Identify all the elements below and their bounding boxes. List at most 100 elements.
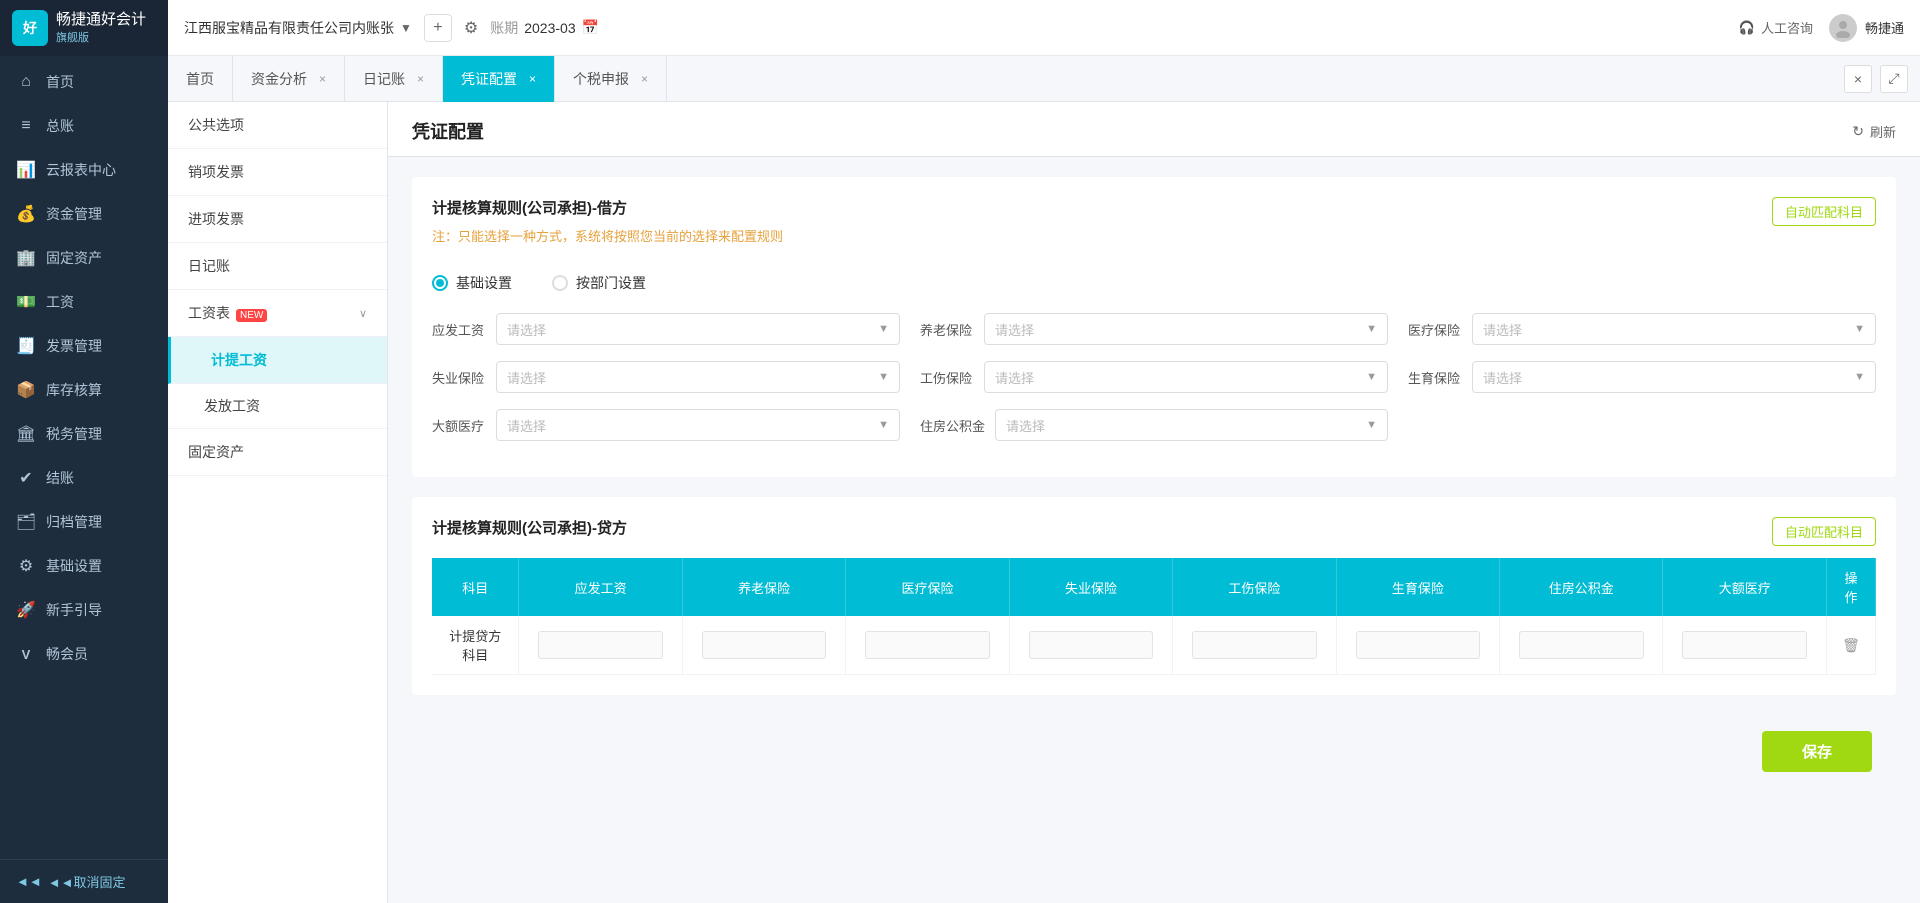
td-shengyu [1336, 616, 1499, 675]
company-selector[interactable]: 江西服宝精品有限责任公司内账张 ▼ [184, 18, 412, 38]
sidebar-item-salary[interactable]: 💵 工资 [0, 280, 168, 324]
form-row-daeyiliao: 大额医疗 请选择 ▼ [432, 409, 900, 441]
input-shengyu[interactable] [1356, 631, 1481, 659]
shiye-select[interactable]: 请选择 ▼ [496, 361, 900, 393]
form-row-yiliao: 医疗保险 请选择 ▼ [1408, 313, 1876, 345]
gongjijin-select[interactable]: 请选择 ▼ [995, 409, 1388, 441]
form-row-yingfa: 应发工资 请选择 ▼ [432, 313, 900, 345]
tab-home[interactable]: 首页 [168, 56, 233, 102]
period-value[interactable]: 2023-03 [524, 20, 575, 36]
sidebar-item-archive[interactable]: 🗂 归档管理 [0, 500, 168, 544]
td-daeyiliao [1663, 616, 1826, 675]
gongshang-label: 工伤保险 [920, 368, 974, 387]
shengyu-label: 生育保险 [1408, 368, 1462, 387]
tab-journal-close[interactable]: × [417, 72, 424, 86]
delete-icon[interactable]: 🗑 [1842, 637, 1860, 653]
tabs-actions: × ⤢ [1844, 65, 1920, 93]
shengyu-select[interactable]: 请选择 ▼ [1472, 361, 1876, 393]
tab-tax-report-close[interactable]: × [641, 72, 648, 86]
sidebar-footer-toggle[interactable]: ◄◄ ◄◄取消固定 [0, 859, 168, 903]
company-dropdown-icon[interactable]: ▼ [400, 21, 412, 35]
tab-capital-analysis[interactable]: 资金分析 × [233, 56, 345, 102]
sidebar-item-assets[interactable]: 🏢 固定资产 [0, 236, 168, 280]
debit-auto-match-button[interactable]: 自动匹配科目 [1772, 197, 1876, 226]
left-panel-item-purchase-invoice[interactable]: 进项发票 [168, 196, 387, 243]
logo-subtext: 旗舰版 [56, 29, 146, 45]
left-panel-item-salary-accrual[interactable]: 计提工资 [168, 337, 387, 384]
sidebar-item-ledger[interactable]: ≡ 总账 [0, 104, 168, 148]
credit-auto-match-button[interactable]: 自动匹配科目 [1772, 517, 1876, 546]
form-row-gongshang: 工伤保险 请选择 ▼ [920, 361, 1388, 393]
input-gongshang[interactable] [1192, 631, 1317, 659]
tab-voucher-config-close[interactable]: × [529, 72, 536, 86]
expand-tab-action[interactable]: ⤢ [1880, 65, 1908, 93]
add-account-button[interactable]: + [424, 14, 452, 42]
calendar-icon[interactable]: 📅 [582, 19, 599, 36]
save-button[interactable]: 保存 [1762, 731, 1872, 772]
left-panel-item-public[interactable]: 公共选项 [168, 102, 387, 149]
input-shiye[interactable] [1029, 631, 1154, 659]
sidebar-item-report[interactable]: 📊 云报表中心 [0, 148, 168, 192]
topbar-right: 🎧 人工咨询 畅捷通 [1739, 14, 1904, 42]
topbar-settings-icon[interactable]: ⚙ [464, 18, 478, 38]
credit-section: 计提核算规则(公司承担)-贷方 自动匹配科目 科目 应发工资 养老保险 医疗保险… [412, 497, 1896, 695]
unpin-icon: ◄◄ [16, 874, 42, 889]
tab-tax-report[interactable]: 个税申报 × [555, 56, 667, 102]
gongjijin-label: 住房公积金 [920, 416, 985, 435]
tab-voucher-config[interactable]: 凭证配置 × [443, 56, 555, 102]
user-menu[interactable]: 畅捷通 [1829, 14, 1904, 42]
page-title: 凭证配置 [412, 118, 484, 144]
input-yanglao[interactable] [702, 631, 827, 659]
gongjijin-arrow: ▼ [1366, 419, 1377, 431]
tab-journal[interactable]: 日记账 × [345, 56, 443, 102]
credit-section-title: 计提核算规则(公司承担)-贷方 [432, 517, 627, 538]
yingfa-arrow: ▼ [878, 323, 889, 335]
yanglao-select[interactable]: 请选择 ▼ [984, 313, 1388, 345]
radio-dept[interactable]: 按部门设置 [552, 273, 646, 293]
report-icon: 📊 [16, 160, 36, 180]
left-panel-item-journal[interactable]: 日记账 [168, 243, 387, 290]
left-panel-item-salary-table[interactable]: 工资表NEW ∨ [168, 290, 387, 337]
sidebar-item-guide[interactable]: 🚀 新手引导 [0, 588, 168, 632]
left-panel-item-salary-payment[interactable]: 发放工资 [168, 384, 387, 429]
sidebar-item-capital[interactable]: 💰 资金管理 [0, 192, 168, 236]
input-daeyiliao[interactable] [1682, 631, 1807, 659]
daeyiliao-arrow: ▼ [878, 419, 889, 431]
salary-icon: 💵 [16, 292, 36, 312]
yiliao-label: 医疗保险 [1408, 320, 1462, 339]
refresh-button[interactable]: ↻ 刷新 [1852, 122, 1896, 141]
yanglao-arrow: ▼ [1366, 323, 1377, 335]
tab-home-label: 首页 [186, 69, 214, 89]
sidebar-item-invoice[interactable]: 🧾 发票管理 [0, 324, 168, 368]
sidebar-item-tax[interactable]: 🏛 税务管理 [0, 412, 168, 456]
sidebar-item-close[interactable]: ✔ 结账 [0, 456, 168, 500]
input-yiliao[interactable] [865, 631, 990, 659]
yiliao-select[interactable]: 请选择 ▼ [1472, 313, 1876, 345]
left-panel-item-fixed-assets[interactable]: 固定资产 [168, 429, 387, 476]
sidebar-item-inventory[interactable]: 📦 库存核算 [0, 368, 168, 412]
tab-capital-analysis-close[interactable]: × [319, 72, 326, 86]
sidebar-item-settings[interactable]: ⚙ 基础设置 [0, 544, 168, 588]
close-tab-action[interactable]: × [1844, 65, 1872, 93]
debit-section-title: 计提核算规则(公司承担)-借方 [432, 197, 783, 218]
service-button[interactable]: 🎧 人工咨询 [1739, 18, 1813, 37]
th-gongjijin: 住房公积金 [1500, 558, 1663, 616]
sidebar-item-label: 归档管理 [46, 512, 102, 532]
expand-icon: ∨ [359, 307, 367, 320]
sidebar-item-home[interactable]: ⌂ 首页 [0, 60, 168, 104]
main-area: 江西服宝精品有限责任公司内账张 ▼ + ⚙ 账期 2023-03 📅 🎧 人工咨… [168, 0, 1920, 903]
sidebar-item-member[interactable]: V 畅会员 [0, 632, 168, 676]
daeyiliao-select[interactable]: 请选择 ▼ [496, 409, 900, 441]
input-yingfa[interactable] [538, 631, 663, 659]
radio-basic[interactable]: 基础设置 [432, 273, 512, 293]
invoice-icon: 🧾 [16, 336, 36, 356]
sidebar-item-label: 税务管理 [46, 424, 102, 444]
yingfa-select[interactable]: 请选择 ▼ [496, 313, 900, 345]
input-gongjijin[interactable] [1519, 631, 1644, 659]
td-action: 🗑 [1826, 616, 1875, 675]
form-grid: 应发工资 请选择 ▼ 养老保险 请选择 ▼ [432, 313, 1876, 441]
sidebar-item-label: 总账 [46, 116, 74, 136]
left-panel-item-sales-invoice[interactable]: 销项发票 [168, 149, 387, 196]
radio-dept-circle [552, 275, 568, 291]
gongshang-select[interactable]: 请选择 ▼ [984, 361, 1388, 393]
